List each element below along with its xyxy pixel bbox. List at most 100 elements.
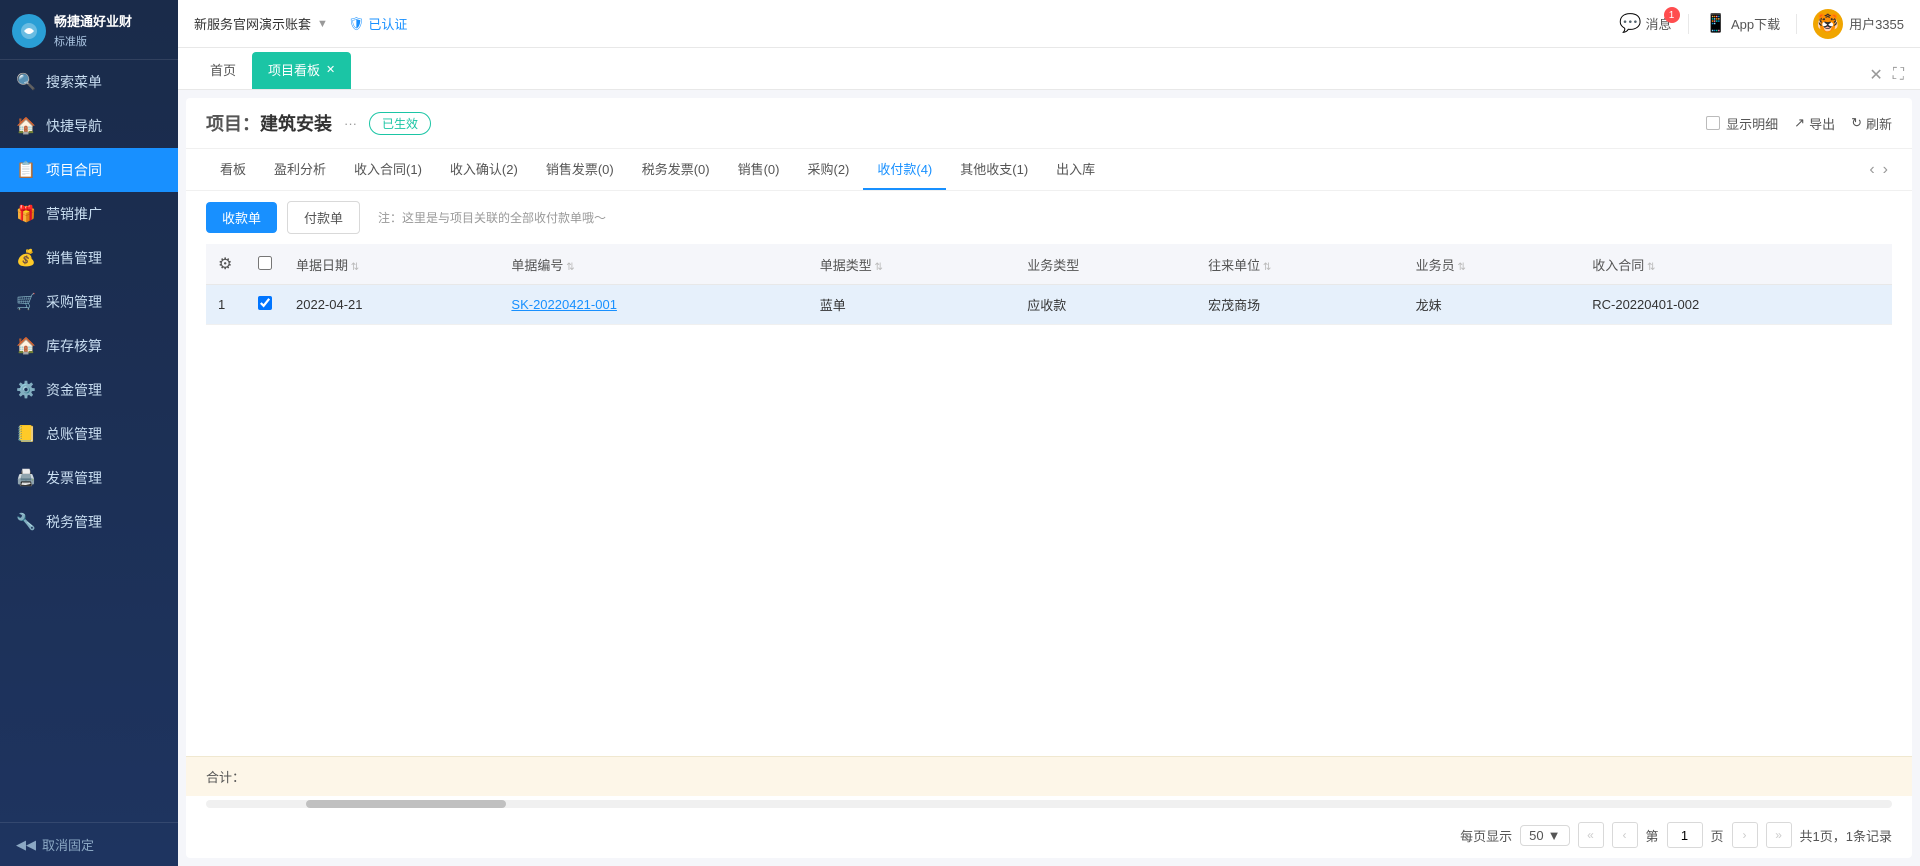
row-checkbox[interactable] [258,296,272,310]
select-all-checkbox[interactable] [258,256,272,270]
receipt-filter-btn[interactable]: 收款单 [206,202,277,233]
first-page-btn[interactable]: « [1578,822,1604,848]
sub-tab-kanban[interactable]: 看板 [206,149,260,190]
pagination: 每页显示 50 ▼ « ‹ 第 页 › » 共1页，1条记录 [186,812,1912,858]
sidebar-item-purchase[interactable]: 🛒 采购管理 [0,280,178,324]
next-page-btn[interactable]: › [1732,822,1758,848]
sidebar: 畅捷通好业财 标准版 🔍 搜索菜单 🏠 快捷导航 📋 项目合同 🎁 营销推广 💰… [0,0,178,866]
col-counterparty[interactable]: 往来单位 [1196,244,1404,285]
refresh-btn[interactable]: ↻ 刷新 [1851,114,1892,133]
last-page-icon: » [1775,828,1782,842]
row-number[interactable]: SK-20220421-001 [499,285,807,325]
sub-tab-income-confirm[interactable]: 收入确认(2) [436,149,532,190]
tab-project-board[interactable]: 项目看板 ✕ [252,52,351,89]
row-date: 2022-04-21 [284,285,499,325]
sidebar-item-label: 资金管理 [46,380,102,400]
col-date[interactable]: 单据日期 [284,244,499,285]
sub-tab-sales[interactable]: 销售(0) [724,149,794,190]
scrollbar-thumb[interactable] [306,800,506,808]
last-page-btn[interactable]: » [1766,822,1792,848]
search-icon: 🔍 [16,72,36,92]
settings-header[interactable]: ⚙ [206,244,246,285]
page-prefix: 第 [1646,826,1659,845]
row-index: 1 [206,285,246,325]
row-biz-type: 应收款 [1015,285,1196,325]
sub-tab-receipt[interactable]: 收付款(4) [863,149,946,190]
scrollbar-area [186,796,1912,812]
sidebar-item-ledger[interactable]: 📒 总账管理 [0,412,178,456]
account-name: 新服务官网演示账套 [194,14,311,33]
app-edition: 标准版 [54,33,132,49]
sidebar-item-sales[interactable]: 💰 销售管理 [0,236,178,280]
page-unit: 页 [1711,826,1724,845]
quick-icon: 🏠 [16,116,36,136]
per-page-select[interactable]: 50 ▼ [1520,825,1569,846]
tab-home[interactable]: 首页 [194,52,252,89]
account-selector[interactable]: 新服务官网演示账套 ▼ [194,14,328,33]
topbar: 新服务官网演示账套 ▼ 🛡 已认证 💬 消息 1 📱 App下载 🐯 用 [178,0,1920,48]
topbar-left: 新服务官网演示账套 ▼ 🛡 已认证 [194,14,1619,33]
sidebar-item-label: 销售管理 [46,248,102,268]
maximize-window-icon[interactable]: ⛶ [1893,66,1904,84]
table-body: 1 2022-04-21 SK-20220421-001 蓝单 应收款 宏茂商场… [206,285,1892,325]
project-more-btn[interactable]: ··· [344,116,357,131]
table-row[interactable]: 1 2022-04-21 SK-20220421-001 蓝单 应收款 宏茂商场… [206,285,1892,325]
project-header: 项目： 建筑安装 ··· 已生效 显示明细 ↗ 导出 ↻ 刷新 [186,98,1912,149]
sub-tab-purchase[interactable]: 采购(2) [793,149,863,190]
col-income-contract[interactable]: 收入合同 [1580,244,1892,285]
sub-tab-tax-invoice[interactable]: 税务发票(0) [628,149,724,190]
col-type[interactable]: 单据类型 [808,244,1016,285]
project-prefix: 项目： [206,110,260,136]
cancel-pin-btn[interactable]: ◀◀ 取消固定 [0,822,178,866]
sidebar-item-inventory[interactable]: 🏠 库存核算 [0,324,178,368]
ledger-icon: 📒 [16,424,36,444]
sidebar-item-label: 快捷导航 [46,116,102,136]
tabs-bar: 首页 项目看板 ✕ ✕ ⛶ [178,48,1920,90]
col-salesman[interactable]: 业务员 [1404,244,1581,285]
payment-filter-btn[interactable]: 付款单 [287,201,360,234]
sidebar-item-marketing[interactable]: 🎁 营销推广 [0,192,178,236]
settings-icon[interactable]: ⚙ [218,256,232,273]
scrollbar-track [206,800,1892,808]
sub-tab-profit[interactable]: 盈利分析 [260,149,340,190]
messages-btn[interactable]: 💬 消息 1 [1619,13,1671,34]
verified-badge: 🛡 已认证 [348,14,408,33]
sub-tab-prev-icon[interactable]: ‹ [1865,161,1878,179]
sidebar-item-contract[interactable]: 📋 项目合同 [0,148,178,192]
row-type: 蓝单 [808,285,1016,325]
sidebar-logo: 畅捷通好业财 标准版 [0,0,178,60]
sub-tab-sales-invoice[interactable]: 销售发票(0) [532,149,628,190]
marketing-icon: 🎁 [16,204,36,224]
tab-close-icon[interactable]: ✕ [326,63,335,76]
sidebar-item-quick[interactable]: 🏠 快捷导航 [0,104,178,148]
show-detail-checkbox[interactable]: 显示明细 [1706,114,1778,133]
sub-tab-next-icon[interactable]: › [1879,161,1892,179]
user-btn[interactable]: 🐯 用户3355 [1813,9,1904,39]
main-area: 新服务官网演示账套 ▼ 🛡 已认证 💬 消息 1 📱 App下载 🐯 用 [178,0,1920,866]
summary-label: 合计： [206,767,245,786]
prev-page-btn[interactable]: ‹ [1612,822,1638,848]
total-records: 共1页，1条记录 [1800,826,1892,845]
invoice-icon: 🖨️ [16,468,36,488]
shield-icon: 🛡 [348,16,365,32]
close-window-icon[interactable]: ✕ [1869,65,1882,85]
app-name: 畅捷通好业财 [54,14,132,31]
mobile-icon: 📱 [1705,13,1727,34]
sidebar-item-tax[interactable]: 🔧 税务管理 [0,500,178,544]
export-btn[interactable]: ↗ 导出 [1794,114,1835,133]
page-input[interactable] [1667,822,1703,848]
prev-page-icon: ‹ [1623,828,1627,842]
topbar-divider [1688,14,1689,34]
sub-tab-warehouse[interactable]: 出入库 [1042,149,1109,190]
doc-number-link[interactable]: SK-20220421-001 [511,297,617,312]
capital-icon: ⚙️ [16,380,36,400]
first-page-icon: « [1587,828,1594,842]
sidebar-item-invoice[interactable]: 🖨️ 发票管理 [0,456,178,500]
sub-tab-income-contract[interactable]: 收入合同(1) [340,149,436,190]
project-title: 建筑安装 [260,110,332,136]
sidebar-item-capital[interactable]: ⚙️ 资金管理 [0,368,178,412]
sidebar-item-search[interactable]: 🔍 搜索菜单 [0,60,178,104]
sub-tab-other-expense[interactable]: 其他收支(1) [946,149,1042,190]
col-number[interactable]: 单据编号 [499,244,807,285]
app-download-btn[interactable]: 📱 App下载 [1705,13,1781,34]
